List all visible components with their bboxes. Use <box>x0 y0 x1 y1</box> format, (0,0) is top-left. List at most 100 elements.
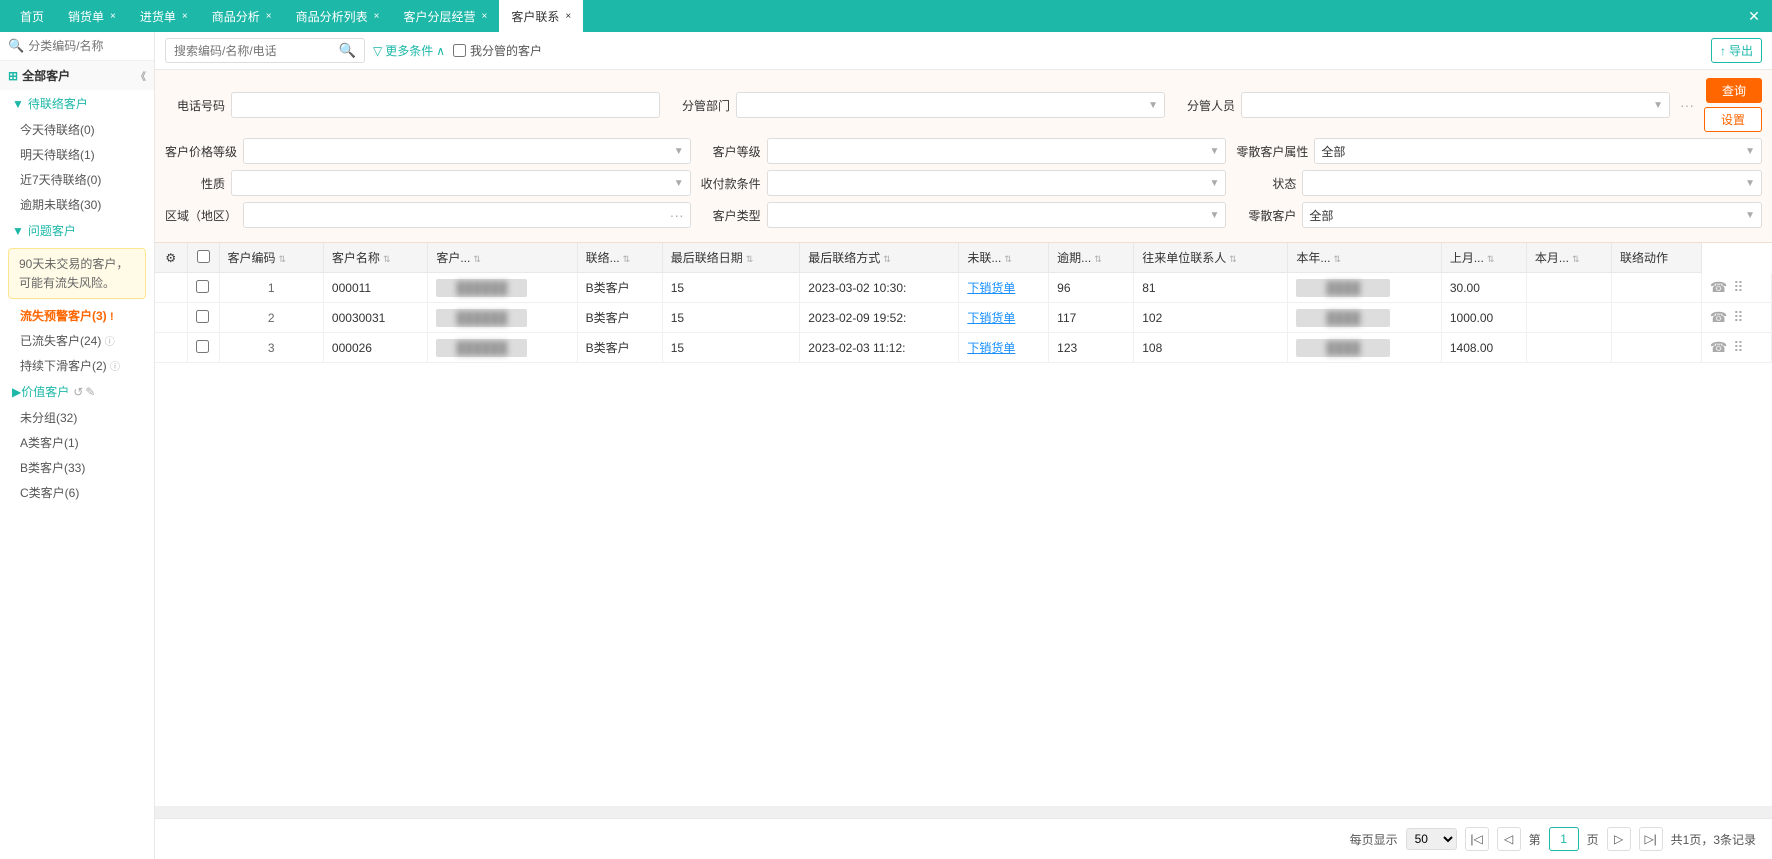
per-page-select[interactable]: 50 100 <box>1406 828 1457 850</box>
action-more-0[interactable]: ⠿ <box>1733 279 1743 296</box>
sidebar-item-today-pending[interactable]: 今天待联络(0) <box>0 117 154 142</box>
filter-cust-level-select[interactable]: ▼ <box>767 138 1227 164</box>
nature-arrow-icon: ▼ <box>674 178 684 189</box>
settings-button[interactable]: 设置 <box>1704 107 1762 132</box>
sidebar-group-pending[interactable]: ▼ 待联络客户 <box>0 90 154 117</box>
sort-name-icon[interactable]: ⇅ <box>383 254 391 265</box>
tab-home[interactable]: 首页 <box>8 0 56 32</box>
tab-close-icon[interactable]: × <box>481 11 487 22</box>
sort-person-icon[interactable]: ⇅ <box>1229 254 1237 265</box>
sidebar-item-churn-warning[interactable]: 流失预警客户(3) ! <box>0 303 154 328</box>
sidebar-item-ungrouped[interactable]: 未分组(32) <box>0 405 154 430</box>
row-last-method-0[interactable]: 下销货单 <box>959 273 1049 303</box>
sort-date-icon[interactable]: ⇅ <box>746 254 754 265</box>
action-more-2[interactable]: ⠿ <box>1733 339 1743 356</box>
horizontal-scrollbar[interactable] <box>155 806 1772 818</box>
filter-nature-select[interactable]: ▼ <box>231 170 691 196</box>
sidebar-item-churned[interactable]: 已流失客户(24) ⓘ <box>0 328 154 353</box>
refresh-icon[interactable]: ↺ <box>73 385 83 399</box>
tab-close-icon[interactable]: × <box>266 11 272 22</box>
tab-product-analysis-list[interactable]: 商品分析列表 × <box>284 0 392 32</box>
all-customers-header[interactable]: ⊞ 全部客户 《 <box>0 61 154 90</box>
filter-more-button[interactable]: ▽ 更多条件 ∧ <box>373 42 445 59</box>
page-nav-next[interactable]: ▷ <box>1607 827 1631 851</box>
th-settings[interactable]: ⚙ <box>155 243 187 273</box>
sort-current-month-icon[interactable]: ⇅ <box>1572 254 1580 265</box>
tab-purchase-order[interactable]: 进货单 × <box>128 0 200 32</box>
tab-close-active-icon[interactable]: × <box>565 11 571 22</box>
sort-uncontacted-icon[interactable]: ⇅ <box>1004 254 1012 265</box>
sidebar-search-input[interactable] <box>28 39 146 53</box>
sort-method-icon[interactable]: ⇅ <box>883 254 891 265</box>
row-overdue-0: 81 <box>1134 273 1288 303</box>
sidebar-item-class-c[interactable]: C类客户(6) <box>0 480 154 505</box>
sidebar-group-value[interactable]: ▶ 价值客户 ↺ ✎ <box>0 378 154 405</box>
sort-code-icon[interactable]: ⇅ <box>279 254 287 265</box>
row-last-method-2[interactable]: 下销货单 <box>959 333 1049 363</box>
filter-phone-input[interactable] <box>231 92 660 118</box>
window-close-button[interactable]: ✕ <box>1744 6 1764 26</box>
row-select-checkbox-0[interactable] <box>196 280 209 293</box>
action-phone-2[interactable]: ☎ <box>1710 339 1727 356</box>
filter-retail-attr-select[interactable]: 全部 ▼ <box>1314 138 1762 164</box>
filter-status-select[interactable]: ▼ <box>1302 170 1762 196</box>
filter-price-select[interactable]: ▼ <box>243 138 691 164</box>
filter-person-select[interactable]: ▼ <box>1241 92 1670 118</box>
tab-close-icon[interactable]: × <box>182 11 188 22</box>
tab-close-icon[interactable]: × <box>374 11 380 22</box>
sidebar-search-icon: 🔍 <box>8 38 24 54</box>
sidebar-item-week-pending[interactable]: 近7天待联络(0) <box>0 167 154 192</box>
tab-sales-order[interactable]: 销货单 × <box>56 0 128 32</box>
sidebar-item-class-a[interactable]: A类客户(1) <box>0 430 154 455</box>
filter-cust-type-select[interactable]: ▼ <box>767 202 1227 228</box>
filter-more-dots[interactable]: ··· <box>1680 97 1694 113</box>
sidebar-item-declining[interactable]: 持续下滑客户(2) ⓘ <box>0 353 154 378</box>
filter-retail-select[interactable]: 全部 ▼ <box>1302 202 1762 228</box>
tab-customer-contact[interactable]: 客户联系 × <box>499 0 583 32</box>
row-actions-2: ☎ ⠿ <box>1701 333 1771 363</box>
search-icon-button[interactable]: 🔍 <box>339 42 356 59</box>
my-customers-checkbox-container[interactable]: 我分管的客户 <box>453 42 542 59</box>
row-checkbox-1[interactable] <box>187 303 219 333</box>
export-button[interactable]: ↑ 导出 <box>1711 38 1762 63</box>
filter-region-select[interactable]: ··· <box>243 202 691 228</box>
edit-icon[interactable]: ✎ <box>85 385 95 399</box>
row-checkbox-0[interactable] <box>187 273 219 303</box>
action-phone-1[interactable]: ☎ <box>1710 309 1727 326</box>
row-contact-1: 15 <box>662 303 800 333</box>
filter-row-4: 区域（地区） ··· 客户类型 ▼ 零散客户 全部 <box>165 202 1762 228</box>
customer-table: ⚙ 客户编码⇅ 客户名称⇅ 客户...⇅ 联络...⇅ 最后联络日期⇅ 最后联络… <box>155 243 1772 363</box>
tab-customer-segment[interactable]: 客户分层经营 × <box>391 0 499 32</box>
page-nav-prev[interactable]: ◁ <box>1497 827 1521 851</box>
my-customers-checkbox[interactable] <box>453 44 466 57</box>
sidebar-item-class-b[interactable]: B类客户(33) <box>0 455 154 480</box>
row-select-checkbox-1[interactable] <box>196 310 209 323</box>
sort-year-icon[interactable]: ⇅ <box>1333 254 1341 265</box>
sort-overdue-icon[interactable]: ⇅ <box>1094 254 1102 265</box>
filter-label: 更多条件 <box>385 42 433 59</box>
select-all-checkbox[interactable] <box>197 250 210 263</box>
filter-dept-select[interactable]: ▼ <box>736 92 1165 118</box>
page-nav-first[interactable]: |◁ <box>1465 827 1489 851</box>
sidebar-group-problem[interactable]: ▼ 问题客户 <box>0 217 154 244</box>
search-input[interactable] <box>174 44 335 58</box>
sort-type-icon[interactable]: ⇅ <box>473 254 481 265</box>
row-select-checkbox-2[interactable] <box>196 340 209 353</box>
th-checkbox[interactable] <box>187 243 219 273</box>
sidebar-item-tomorrow-pending[interactable]: 明天待联络(1) <box>0 142 154 167</box>
action-phone-0[interactable]: ☎ <box>1710 279 1727 296</box>
action-more-1[interactable]: ⠿ <box>1733 309 1743 326</box>
row-checkbox-2[interactable] <box>187 333 219 363</box>
row-last-method-1[interactable]: 下销货单 <box>959 303 1049 333</box>
page-number-input[interactable] <box>1549 827 1579 851</box>
page-nav-last[interactable]: ▷| <box>1639 827 1663 851</box>
filter-payment-select[interactable]: ▼ <box>767 170 1227 196</box>
query-button[interactable]: 查询 <box>1706 78 1762 103</box>
tab-close-icon[interactable]: × <box>110 11 116 22</box>
sidebar-item-overdue-contact[interactable]: 逾期未联络(30) <box>0 192 154 217</box>
sort-contact-icon[interactable]: ⇅ <box>623 254 631 265</box>
churn-tooltip: 90天未交易的客户，可能有流失风险。 <box>8 248 146 299</box>
tab-product-analysis[interactable]: 商品分析 × <box>200 0 284 32</box>
region-more-dots[interactable]: ··· <box>670 207 684 223</box>
sort-last-month-icon[interactable]: ⇅ <box>1487 254 1495 265</box>
